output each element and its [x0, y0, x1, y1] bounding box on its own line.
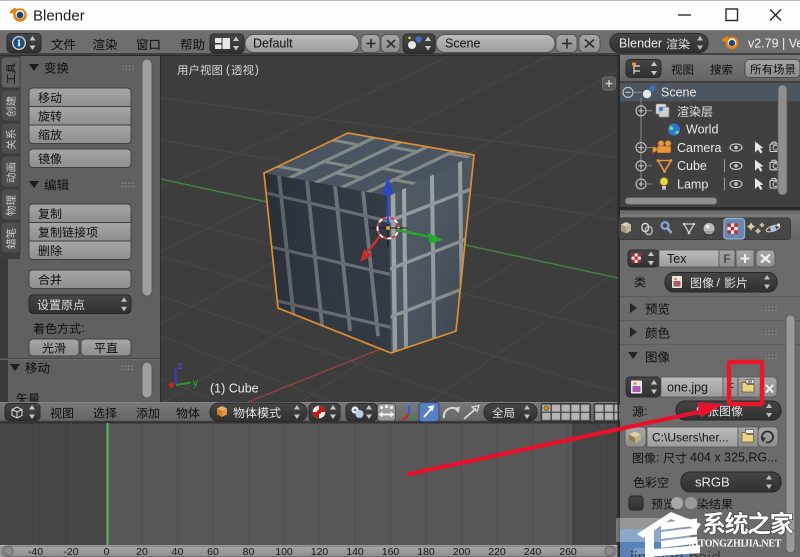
svg-text:XITONGZHIJIA.NET: XITONGZHIJIA.NET — [688, 539, 782, 550]
svg-text:sRGB: sRGB — [695, 475, 730, 490]
svg-text:100: 100 — [275, 546, 293, 557]
svg-text:F: F — [723, 254, 730, 266]
svg-text::: : — [644, 404, 647, 418]
svg-text:y: y — [193, 378, 198, 389]
svg-text:160: 160 — [382, 546, 400, 557]
svg-text:World: World — [686, 123, 718, 137]
svg-text:z: z — [178, 361, 183, 372]
svg-text:220: 220 — [488, 546, 506, 557]
svg-text:-20: -20 — [63, 546, 78, 557]
svg-text:(1) Cube: (1) Cube — [210, 382, 259, 396]
svg-text:Scene: Scene — [661, 86, 696, 100]
svg-text:0: 0 — [104, 546, 110, 557]
svg-text::: : — [656, 451, 659, 465]
svg-text:Cube: Cube — [677, 159, 707, 173]
svg-text:260: 260 — [559, 546, 577, 557]
svg-text:200: 200 — [453, 546, 471, 557]
svg-text:-40: -40 — [28, 546, 43, 557]
svg-text::: : — [82, 321, 85, 335]
svg-text:C:\Users\her...: C:\Users\her... — [652, 431, 729, 445]
svg-text:Default: Default — [253, 37, 293, 51]
svg-text:Scene: Scene — [445, 37, 480, 51]
svg-text:20: 20 — [136, 546, 148, 557]
svg-text:80: 80 — [243, 546, 255, 557]
svg-text:Lamp: Lamp — [677, 177, 708, 191]
svg-text:v2.79 | Ve: v2.79 | Ve — [748, 37, 800, 51]
svg-text:Blender: Blender — [33, 8, 85, 25]
svg-text:one.jpg: one.jpg — [667, 380, 708, 394]
svg-text:240: 240 — [524, 546, 542, 557]
svg-text:60: 60 — [207, 546, 219, 557]
svg-text:Blender: Blender — [619, 37, 662, 51]
svg-text:180: 180 — [417, 546, 435, 557]
svg-text:Tex: Tex — [667, 252, 687, 266]
svg-text:Camera: Camera — [677, 141, 722, 155]
svg-text:40: 40 — [172, 546, 184, 557]
svg-text:(: ( — [226, 65, 230, 77]
svg-text:): ) — [255, 65, 259, 77]
svg-text:140: 140 — [346, 546, 364, 557]
svg-text:404 x 325,RG...: 404 x 325,RG... — [690, 451, 778, 465]
svg-text:120: 120 — [311, 546, 329, 557]
